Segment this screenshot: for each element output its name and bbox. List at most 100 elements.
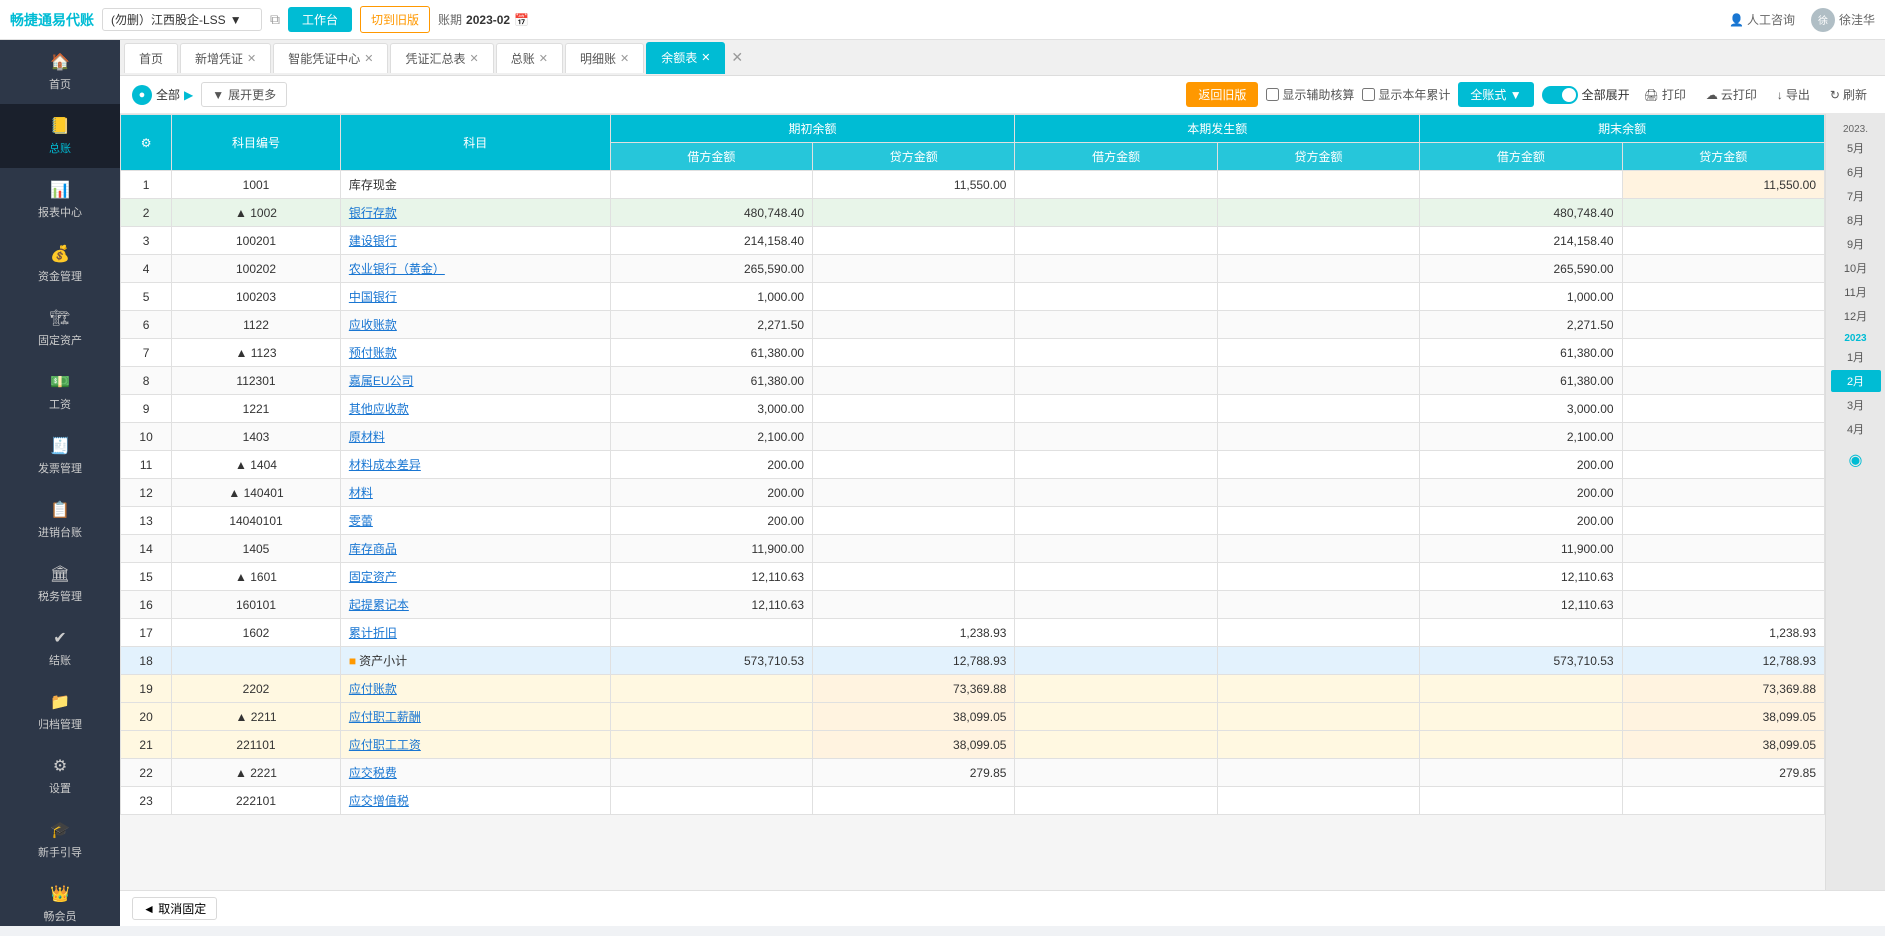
close-new-voucher[interactable]: ✕: [247, 52, 256, 65]
account-subject[interactable]: 应付职工工资: [340, 731, 610, 759]
sidebar-item-reports[interactable]: 📊 报表中心: [0, 168, 120, 232]
tab-close-all[interactable]: ✕: [731, 49, 743, 66]
subject-link[interactable]: 雯蕾: [349, 514, 373, 528]
close-detail-ledger[interactable]: ✕: [620, 52, 629, 65]
month-11[interactable]: 11月: [1831, 281, 1881, 303]
sidebar-item-home[interactable]: 🏠 首页: [0, 40, 120, 104]
month-7[interactable]: 7月: [1831, 185, 1881, 207]
breadcrumb-button[interactable]: ● 全部 ▶: [132, 85, 193, 105]
close-balance-sheet[interactable]: ✕: [701, 51, 710, 64]
account-subject[interactable]: 建设银行: [340, 227, 610, 255]
tab-detail-ledger[interactable]: 明细账 ✕: [565, 43, 644, 73]
show-year-total-label[interactable]: 显示本年累计: [1362, 86, 1450, 103]
sidebar-item-assets[interactable]: 🏗 固定资产: [0, 296, 120, 360]
period-calendar-icon[interactable]: 📅: [514, 13, 529, 27]
tab-voucher-summary[interactable]: 凭证汇总表 ✕: [390, 43, 493, 73]
full-mode-button[interactable]: 全账式 ▼: [1458, 82, 1533, 107]
account-subject[interactable]: 其他应收款: [340, 395, 610, 423]
tab-home[interactable]: 首页: [124, 43, 178, 73]
subject-link[interactable]: 应付账款: [349, 682, 397, 696]
subject-link[interactable]: 中国银行: [349, 290, 397, 304]
sidebar-item-payroll[interactable]: 💵 工资: [0, 360, 120, 424]
refresh-button[interactable]: ↻ 刷新: [1824, 83, 1873, 106]
sidebar-item-invoice[interactable]: 🧾 发票管理: [0, 424, 120, 488]
company-selector[interactable]: (勿删）江西股企-LSS ▼: [102, 8, 262, 31]
sidebar-item-purchase[interactable]: 📋 进销台账: [0, 488, 120, 552]
month-10[interactable]: 10月: [1831, 257, 1881, 279]
sidebar-item-archive[interactable]: 📁 归档管理: [0, 680, 120, 744]
switch-button[interactable]: 切到旧版: [360, 6, 430, 33]
month-4[interactable]: 4月: [1831, 418, 1881, 440]
export-button[interactable]: ↓ 导出: [1771, 83, 1816, 106]
close-voucher-summary[interactable]: ✕: [470, 52, 479, 65]
workbench-button[interactable]: 工作台: [288, 7, 352, 32]
account-subject[interactable]: 库存商品: [340, 535, 610, 563]
month-6[interactable]: 6月: [1831, 161, 1881, 183]
user-info[interactable]: 徐 徐洼华: [1811, 8, 1875, 32]
sidebar-item-settings[interactable]: ⚙ 设置: [0, 744, 120, 808]
subject-link[interactable]: 原材料: [349, 430, 385, 444]
subject-link[interactable]: 固定资产: [349, 570, 397, 584]
show-auxiliary-label[interactable]: 显示辅助核算: [1266, 86, 1354, 103]
show-year-total-checkbox[interactable]: [1362, 88, 1375, 101]
subject-link[interactable]: 累计折旧: [349, 626, 397, 640]
cloud-print-button[interactable]: ☁ 云打印: [1700, 83, 1763, 106]
month-2[interactable]: 2月: [1831, 370, 1881, 392]
subject-link[interactable]: 农业银行（黄金）: [349, 262, 445, 276]
account-subject[interactable]: 嘉属EU公司: [340, 367, 610, 395]
sidebar-item-tax[interactable]: 🏛 税务管理: [0, 552, 120, 616]
month-8[interactable]: 8月: [1831, 209, 1881, 231]
sidebar-item-guide[interactable]: 🎓 新手引导: [0, 808, 120, 872]
customer-service[interactable]: 👤 人工咨询: [1729, 11, 1795, 28]
account-subject[interactable]: 银行存款: [340, 199, 610, 227]
subject-link[interactable]: 建设银行: [349, 234, 397, 248]
print-button[interactable]: 🖨 打印: [1638, 83, 1692, 106]
show-auxiliary-checkbox[interactable]: [1266, 88, 1279, 101]
account-subject[interactable]: 应收账款: [340, 311, 610, 339]
subject-link[interactable]: 起提累记本: [349, 598, 409, 612]
account-subject[interactable]: 起提累记本: [340, 591, 610, 619]
expand-toggle[interactable]: 全部展开: [1542, 86, 1630, 104]
toggle-control[interactable]: [1542, 86, 1578, 104]
unpin-button[interactable]: ◄ 取消固定: [132, 897, 217, 920]
subject-link[interactable]: 嘉属EU公司: [349, 374, 414, 388]
expand-more-button[interactable]: ▼ 展开更多: [201, 82, 287, 107]
settings-col-header[interactable]: ⚙: [121, 115, 172, 171]
account-subject[interactable]: 应交增值税: [340, 787, 610, 815]
month-5[interactable]: 5月: [1831, 137, 1881, 159]
subject-link[interactable]: 应收账款: [349, 318, 397, 332]
account-subject[interactable]: 预付账款: [340, 339, 610, 367]
account-subject[interactable]: 农业银行（黄金）: [340, 255, 610, 283]
tab-balance-sheet[interactable]: 余额表 ✕: [646, 42, 725, 74]
account-subject[interactable]: 应交税费: [340, 759, 610, 787]
tab-general-ledger[interactable]: 总账 ✕: [496, 43, 563, 73]
account-subject[interactable]: 应付职工薪酬: [340, 703, 610, 731]
subject-link[interactable]: 应交增值税: [349, 794, 409, 808]
account-subject[interactable]: 原材料: [340, 423, 610, 451]
month-9[interactable]: 9月: [1831, 233, 1881, 255]
subject-link[interactable]: 银行存款: [349, 206, 397, 220]
subject-link[interactable]: 材料成本差异: [349, 458, 421, 472]
month-3[interactable]: 3月: [1831, 394, 1881, 416]
subject-link[interactable]: 预付账款: [349, 346, 397, 360]
close-smart-voucher[interactable]: ✕: [364, 52, 373, 65]
account-subject[interactable]: 固定资产: [340, 563, 610, 591]
subject-link[interactable]: 应付职工薪酬: [349, 710, 421, 724]
sidebar-item-member[interactable]: 👑 畅会员: [0, 872, 120, 936]
tab-smart-voucher[interactable]: 智能凭证中心 ✕: [273, 43, 388, 73]
account-subject[interactable]: 应付账款: [340, 675, 610, 703]
account-subject[interactable]: 材料: [340, 479, 610, 507]
subject-link[interactable]: 材料: [349, 486, 373, 500]
account-subject[interactable]: 材料成本差异: [340, 451, 610, 479]
return-button[interactable]: 返回旧版: [1186, 82, 1258, 107]
close-general-ledger[interactable]: ✕: [539, 52, 548, 65]
subject-link[interactable]: 其他应收款: [349, 402, 409, 416]
month-1[interactable]: 1月: [1831, 346, 1881, 368]
subject-link[interactable]: 应交税费: [349, 766, 397, 780]
sidebar-item-close[interactable]: ✔ 结账: [0, 616, 120, 680]
right-panel-expand-icon[interactable]: ◉: [1849, 450, 1863, 470]
sidebar-item-funds[interactable]: 💰 资金管理: [0, 232, 120, 296]
tab-new-voucher[interactable]: 新增凭证 ✕: [180, 43, 271, 73]
subject-link[interactable]: 库存商品: [349, 542, 397, 556]
month-12[interactable]: 12月: [1831, 305, 1881, 327]
